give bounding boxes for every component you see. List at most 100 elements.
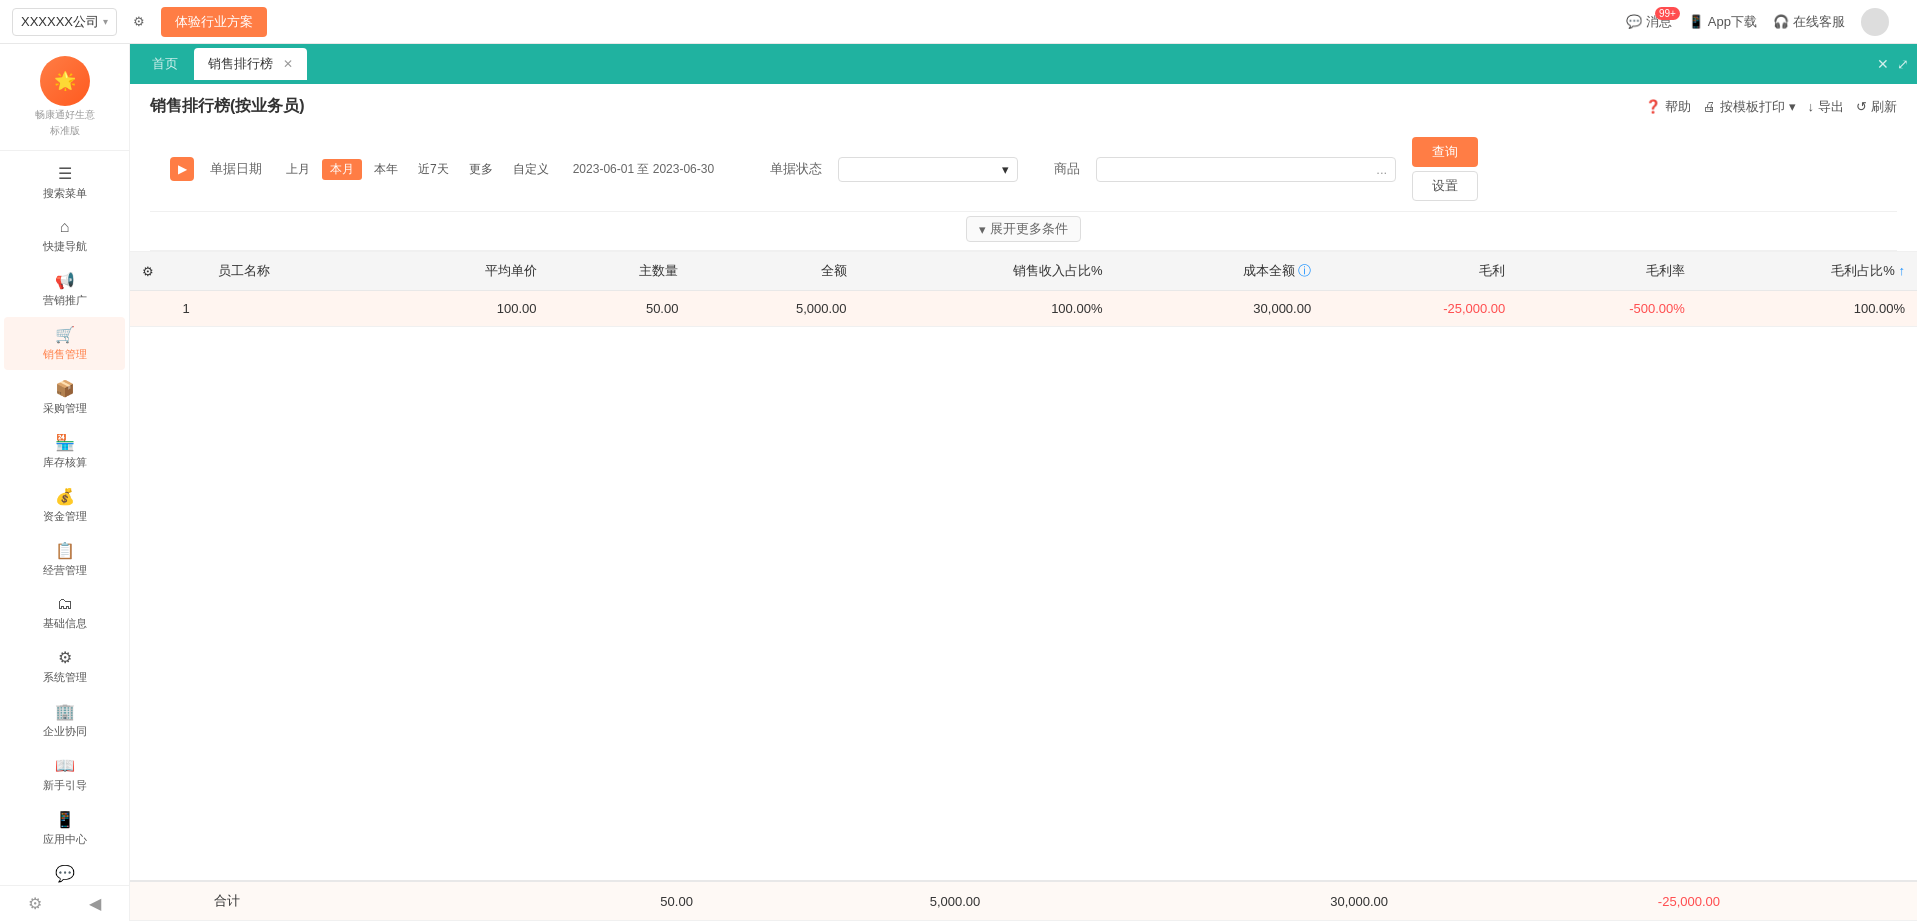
sidebar-item-shortcuts[interactable]: ⌂ 快捷导航 xyxy=(4,210,125,262)
purchase-icon: 📦 xyxy=(55,379,75,398)
headset-icon: 🎧 xyxy=(1773,14,1789,29)
marketing-icon: 📢 xyxy=(55,271,75,290)
sidebar-item-label: 新手引导 xyxy=(43,778,87,793)
company-name: XXXXXX公司 xyxy=(21,13,99,31)
tab-window-buttons: ✕ ⤢ xyxy=(1877,56,1909,72)
date-tab-custom[interactable]: 自定义 xyxy=(505,159,557,180)
table-row: 1 100.00 50.00 5,000.00 100.00% 30,000.0… xyxy=(130,291,1917,327)
filter-settings-button[interactable]: 设置 xyxy=(1412,171,1478,201)
sidebar-item-basic[interactable]: 🗂 基础信息 xyxy=(4,587,125,639)
tab-restore-icon[interactable]: ⤢ xyxy=(1897,56,1909,72)
table-body: 1 100.00 50.00 5,000.00 100.00% 30,000.0… xyxy=(130,291,1917,327)
sidebar-item-inventory[interactable]: 🏪 库存核算 xyxy=(4,425,125,478)
sidebar-settings-icon[interactable]: ⚙ xyxy=(28,894,42,913)
company-selector[interactable]: XXXXXX公司 ▾ xyxy=(12,8,117,36)
goods-more-icon: ... xyxy=(1376,162,1387,177)
summary-avg-price-col xyxy=(395,882,487,921)
query-button[interactable]: 查询 xyxy=(1412,137,1478,167)
refresh-button[interactable]: ↺ 刷新 xyxy=(1856,98,1897,116)
logo-line1: 畅康通好生意 xyxy=(35,108,95,122)
finance-icon: 💰 xyxy=(55,487,75,506)
col-gross-rate: 毛利率 xyxy=(1517,252,1696,291)
sidebar-item-label: 搜索菜单 xyxy=(43,186,87,201)
sidebar-item-search[interactable]: ☰ 搜索菜单 xyxy=(4,156,125,209)
sidebar-item-label: 销售管理 xyxy=(43,347,87,362)
goods-input[interactable]: ... xyxy=(1096,157,1396,182)
header-actions: ❓ 帮助 🖨 按模板打印 ▾ ↓ 导出 ↺ xyxy=(1645,98,1898,116)
main-layout: 🌟 畅康通好生意 标准版 ☰ 搜索菜单 ⌂ 快捷导航 📢 营销推广 🛒 销售管理 xyxy=(0,44,1917,921)
expand-conditions-button[interactable]: ▾ 展开更多条件 xyxy=(966,216,1081,242)
table-head: ⚙ 员工名称 平均单价 主数量 全额 销售收入占比% 成本全额 ⓘ 毛利 毛利率 xyxy=(130,252,1917,291)
col-settings[interactable]: ⚙ xyxy=(130,252,166,291)
tab-close-window-icon[interactable]: ✕ xyxy=(1877,56,1889,72)
chevron-down-icon: ▾ xyxy=(103,16,108,27)
page-header: 销售排行榜(按业务员) ❓ 帮助 🖨 按模板打印 ▾ ↓ xyxy=(130,84,1917,252)
export-button[interactable]: ↓ 导出 xyxy=(1808,98,1845,116)
summary-label: 合计 xyxy=(202,882,395,921)
summary-amount: 5,000.00 xyxy=(705,882,992,921)
online-service-button[interactable]: 🎧 在线客服 xyxy=(1773,13,1845,31)
date-tab-more[interactable]: 更多 xyxy=(461,159,501,180)
sidebar-item-system[interactable]: ⚙ 系统管理 xyxy=(4,640,125,693)
status-chevron-icon: ▾ xyxy=(1002,162,1009,177)
page-content: 销售排行榜(按业务员) ❓ 帮助 🖨 按模板打印 ▾ ↓ xyxy=(130,84,1917,921)
col-sales-pct: 销售收入占比% xyxy=(859,252,1115,291)
row-gross: -25,000.00 xyxy=(1323,291,1517,327)
sidebar-item-guide[interactable]: 📖 新手引导 xyxy=(4,748,125,801)
wechat-icon: 💬 xyxy=(55,864,75,883)
col-gross: 毛利 xyxy=(1323,252,1517,291)
sidebar-item-wechat[interactable]: 💬 企业微信 xyxy=(4,856,125,885)
message-button[interactable]: 💬 消息 99+ xyxy=(1626,13,1672,31)
sidebar-item-operations[interactable]: 📋 经营管理 xyxy=(4,533,125,586)
avatar[interactable] xyxy=(1861,8,1889,36)
summary-gross: -25,000.00 xyxy=(1400,882,1732,921)
status-select[interactable]: ▾ xyxy=(838,157,1018,182)
table-wrapper[interactable]: ⚙ 员工名称 平均单价 主数量 全额 销售收入占比% 成本全额 ⓘ 毛利 毛利率 xyxy=(130,252,1917,880)
cost-info-icon[interactable]: ⓘ xyxy=(1298,263,1311,278)
tab-close-icon[interactable]: ✕ xyxy=(283,57,293,71)
app-download-button[interactable]: 📱 App下载 xyxy=(1688,13,1757,31)
home-icon: ⌂ xyxy=(60,218,70,236)
col-amount: 全额 xyxy=(690,252,858,291)
summary-row: 合计 50.00 5,000.00 30,000.00 -25,000.00 xyxy=(130,882,1917,921)
expand-bar: ▾ 展开更多条件 xyxy=(150,212,1897,251)
date-tab-this-year[interactable]: 本年 xyxy=(366,159,406,180)
date-tabs: 上月 本月 本年 近7天 更多 自定义 xyxy=(278,159,557,180)
help-button[interactable]: ❓ 帮助 xyxy=(1645,98,1691,116)
row-gross-rate: -500.00% xyxy=(1517,291,1696,327)
logo-line2: 标准版 xyxy=(50,124,80,138)
sidebar-item-label: 库存核算 xyxy=(43,455,87,470)
tab-sales-rank[interactable]: 销售排行榜 ✕ xyxy=(194,48,307,80)
row-settings-col xyxy=(130,291,166,327)
summary-cost: 30,000.00 xyxy=(1085,882,1400,921)
basic-icon: 🗂 xyxy=(57,595,73,613)
sidebar-footer: ⚙ ◀ xyxy=(0,885,129,921)
date-tab-last-month[interactable]: 上月 xyxy=(278,159,318,180)
row-avg-price: 100.00 xyxy=(377,291,548,327)
tab-home[interactable]: 首页 xyxy=(138,48,192,80)
sidebar-item-enterprise[interactable]: 🏢 企业协同 xyxy=(4,694,125,747)
date-tab-7days[interactable]: 近7天 xyxy=(410,159,457,180)
date-label: 单据日期 xyxy=(210,160,262,178)
trial-button[interactable]: 体验行业方案 xyxy=(161,7,267,37)
sidebar-item-marketing[interactable]: 📢 营销推广 xyxy=(4,263,125,316)
sidebar-collapse-icon[interactable]: ◀ xyxy=(89,894,101,913)
row-sales-pct: 100.00% xyxy=(859,291,1115,327)
message-badge: 99+ xyxy=(1655,7,1680,20)
sidebar-item-apps[interactable]: 📱 应用中心 xyxy=(4,802,125,855)
sidebar-item-purchase[interactable]: 📦 采购管理 xyxy=(4,371,125,424)
sidebar-item-sales[interactable]: 🛒 销售管理 xyxy=(4,317,125,370)
sidebar-item-finance[interactable]: 💰 资金管理 xyxy=(4,479,125,532)
logo-image: 🌟 xyxy=(40,56,90,106)
settings-icon[interactable]: ⚙ xyxy=(125,8,153,36)
top-right-area: 💬 消息 99+ 📱 App下载 🎧 在线客服 xyxy=(1626,8,1905,36)
print-chevron-icon: ▾ xyxy=(1789,99,1796,114)
sidebar-item-label: 应用中心 xyxy=(43,832,87,847)
apps-icon: 📱 xyxy=(55,810,75,829)
date-tab-this-month[interactable]: 本月 xyxy=(322,159,362,180)
sidebar-logo: 🌟 畅康通好生意 标准版 xyxy=(0,44,129,151)
sidebar-item-label: 经营管理 xyxy=(43,563,87,578)
print-button[interactable]: 🖨 按模板打印 ▾ xyxy=(1703,98,1796,116)
sidebar-item-label: 采购管理 xyxy=(43,401,87,416)
filter-expand-icon-btn[interactable]: ▶ xyxy=(170,157,194,181)
